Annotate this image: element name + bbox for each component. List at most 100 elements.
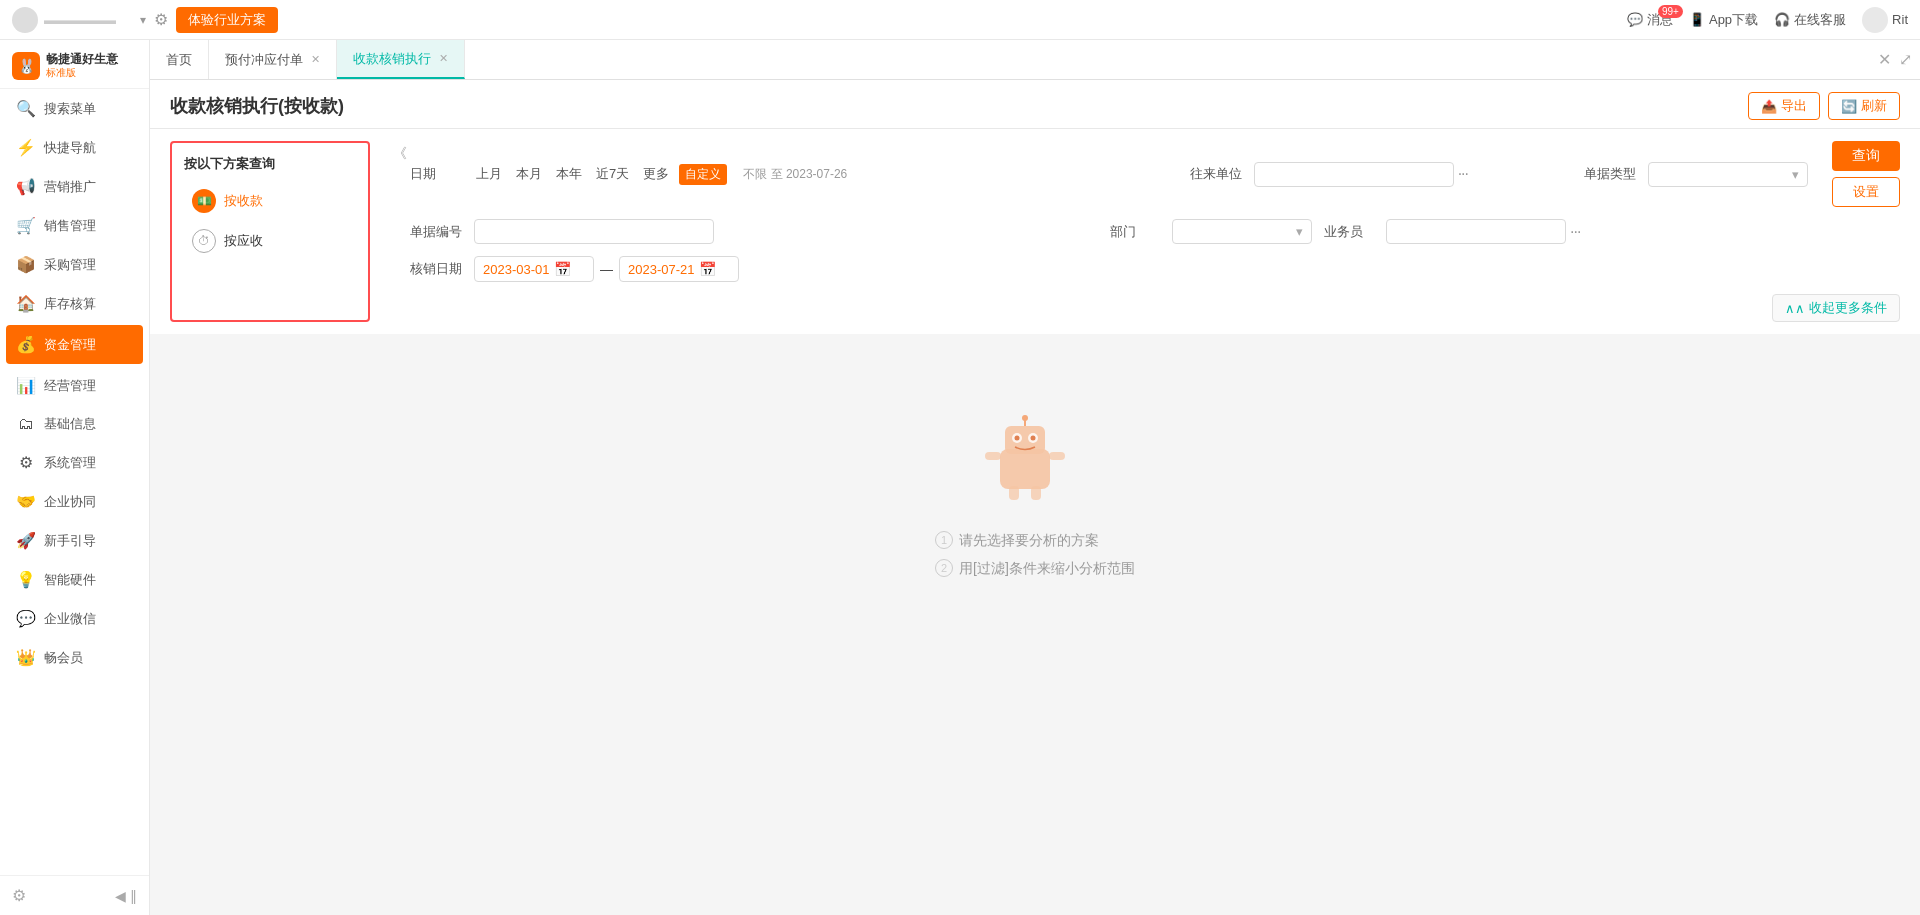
empty-hints: 1 请先选择要分析的方案 2 用[过滤]条件来缩小分析范围 (935, 526, 1135, 582)
content-area: 首页 预付冲应付单 ✕ 收款核销执行 ✕ ✕ ⤢ 收款核销执行(按收款) (150, 40, 1920, 915)
export-icon: 📤 (1761, 99, 1777, 114)
date-this-month-button[interactable]: 本月 (512, 163, 546, 185)
refresh-icon: 🔄 (1841, 99, 1857, 114)
receipt-icon: 💵 (192, 189, 216, 213)
sidebar-label-hardware: 智能硬件 (44, 571, 96, 589)
dept-select[interactable]: ▾ (1172, 219, 1312, 244)
sidebar-item-guide[interactable]: 🚀 新手引导 (0, 521, 149, 560)
sidebar-label-basic: 基础信息 (44, 415, 96, 433)
app-download-button[interactable]: 📱 App下载 (1689, 11, 1758, 29)
refresh-button[interactable]: 🔄 刷新 (1828, 92, 1900, 120)
search-icon: 🔍 (16, 99, 36, 118)
sidebar-item-sales[interactable]: 🛒 销售管理 (0, 206, 149, 245)
sales-icon: 🛒 (16, 216, 36, 235)
sidebar-collapse-button[interactable]: ◀ ‖ (115, 888, 137, 904)
message-button[interactable]: 💬 消息 99+ (1627, 11, 1673, 29)
sidebar-item-basic[interactable]: 🗂 基础信息 (0, 405, 149, 443)
voucher-no-label: 单据编号 (410, 223, 462, 241)
query-button[interactable]: 查询 (1832, 141, 1900, 171)
filter-panel: 按以下方案查询 💵 按收款 ⏱ 按应收 《 (150, 129, 1920, 334)
filter-row-2: 单据编号 部门 ▾ 业务员 ··· (410, 219, 1900, 244)
filter-option-by-receivable[interactable]: ⏱ 按应收 (184, 223, 356, 259)
voucher-type-select[interactable]: ▾ (1648, 162, 1808, 187)
collapse-more-button[interactable]: ∧∧ 收起更多条件 (1772, 294, 1900, 322)
sidebar-label-inventory: 库存核算 (44, 295, 96, 313)
setting-button[interactable]: 设置 (1832, 177, 1900, 207)
export-button[interactable]: 📤 导出 (1748, 92, 1820, 120)
sidebar-item-search[interactable]: 🔍 搜索菜单 (0, 89, 149, 128)
voucher-no-input[interactable] (474, 219, 714, 244)
filter-option-receipt-label: 按收款 (224, 192, 263, 210)
avatar (1862, 7, 1888, 33)
counterparty-input[interactable] (1254, 162, 1454, 187)
sidebar-item-finance[interactable]: 💰 资金管理 (6, 325, 143, 364)
sidebar-item-member[interactable]: 👑 畅会员 (0, 638, 149, 677)
sidebar-item-hardware[interactable]: 💡 智能硬件 (0, 560, 149, 599)
staff-more-icon[interactable]: ··· (1570, 223, 1580, 241)
voucher-type-label: 单据类型 (1584, 165, 1636, 183)
sidebar-item-purchase[interactable]: 📦 采购管理 (0, 245, 149, 284)
sidebar-bottom: ⚙ ◀ ‖ (0, 875, 149, 915)
filter-more-row: ∧∧ 收起更多条件 (410, 294, 1900, 322)
filter-collapse-button[interactable]: 《 (390, 141, 410, 322)
tab-verify-close-icon[interactable]: ✕ (439, 52, 448, 65)
sidebar-label-system: 系统管理 (44, 454, 96, 472)
verify-date-end-value: 2023-07-21 (628, 262, 695, 277)
message-icon: 💬 (1627, 12, 1643, 27)
calendar-start-icon: 📅 (554, 261, 571, 277)
filter-option-by-receipt[interactable]: 💵 按收款 (184, 183, 356, 219)
tab-verify[interactable]: 收款核销执行 ✕ (337, 40, 465, 79)
settings-icon[interactable]: ⚙ (12, 886, 26, 905)
date-more-button[interactable]: 更多 (639, 163, 673, 185)
date-no-limit-label: 不限 至 2023-07-26 (743, 166, 847, 183)
counterparty-more-icon[interactable]: ··· (1458, 165, 1468, 183)
date-this-year-button[interactable]: 本年 (552, 163, 586, 185)
svg-rect-9 (1049, 452, 1065, 460)
logo-placeholder-text: ▬▬▬▬▬▬ (44, 13, 116, 27)
finance-icon: 💰 (16, 335, 36, 354)
sidebar-item-collab[interactable]: 🤝 企业协同 (0, 482, 149, 521)
sidebar-item-manage[interactable]: 📊 经营管理 (0, 366, 149, 405)
page-header: 收款核销执行(按收款) 📤 导出 🔄 刷新 (150, 80, 1920, 129)
hint-num-2: 2 (935, 559, 953, 577)
staff-label: 业务员 (1324, 223, 1374, 241)
sidebar-item-wechat[interactable]: 💬 企业微信 (0, 599, 149, 638)
dropdown-arrow-icon[interactable]: ▾ (140, 13, 146, 27)
date-range-separator: — (600, 262, 613, 277)
online-service-label: 在线客服 (1794, 11, 1846, 29)
tab-prepay[interactable]: 预付冲应付单 ✕ (209, 40, 337, 79)
sidebar-item-marketing[interactable]: 📢 营销推广 (0, 167, 149, 206)
basic-icon: 🗂 (16, 415, 36, 433)
tab-prepay-close-icon[interactable]: ✕ (311, 53, 320, 66)
filter-fields: 日期 上月 本月 本年 近7天 更多 自定义 不限 至 2023-07-26 (410, 141, 1900, 322)
date-last-month-button[interactable]: 上月 (472, 163, 506, 185)
marketing-icon: 📢 (16, 177, 36, 196)
page-title: 收款核销执行(按收款) (170, 94, 344, 118)
wechat-icon: 💬 (16, 609, 36, 628)
verify-date-start-input[interactable]: 2023-03-01 📅 (474, 256, 594, 282)
filter-row-1: 日期 上月 本月 本年 近7天 更多 自定义 不限 至 2023-07-26 (410, 141, 1900, 207)
solution-button[interactable]: 体验行业方案 (176, 7, 278, 33)
hint-item-1: 1 请先选择要分析的方案 (935, 526, 1135, 554)
staff-input[interactable] (1386, 219, 1566, 244)
sidebar-item-system[interactable]: ⚙ 系统管理 (0, 443, 149, 482)
tab-expand-icon[interactable]: ⤢ (1899, 50, 1912, 69)
gear-icon[interactable]: ⚙ (154, 10, 168, 29)
filter-action-buttons: 查询 设置 (1832, 141, 1900, 207)
tab-verify-label: 收款核销执行 (353, 50, 431, 68)
sidebar-item-inventory[interactable]: 🏠 库存核算 (0, 284, 149, 323)
date-custom-button[interactable]: 自定义 (679, 164, 727, 185)
sidebar-item-quicknav[interactable]: ⚡ 快捷导航 (0, 128, 149, 167)
top-bar-right: 💬 消息 99+ 📱 App下载 🎧 在线客服 Rit (1627, 7, 1908, 33)
svg-rect-11 (1031, 486, 1041, 500)
collab-icon: 🤝 (16, 492, 36, 511)
user-area[interactable]: Rit (1862, 7, 1908, 33)
tab-home[interactable]: 首页 (150, 40, 209, 79)
collapse-up-icon: ∧∧ (1785, 301, 1805, 316)
verify-date-end-input[interactable]: 2023-07-21 📅 (619, 256, 739, 282)
collapse-left-icon: 《 (393, 145, 407, 163)
tab-close-all-icon[interactable]: ✕ (1878, 50, 1891, 69)
online-service-button[interactable]: 🎧 在线客服 (1774, 11, 1846, 29)
sidebar-label-wechat: 企业微信 (44, 610, 96, 628)
date-7days-button[interactable]: 近7天 (592, 163, 633, 185)
